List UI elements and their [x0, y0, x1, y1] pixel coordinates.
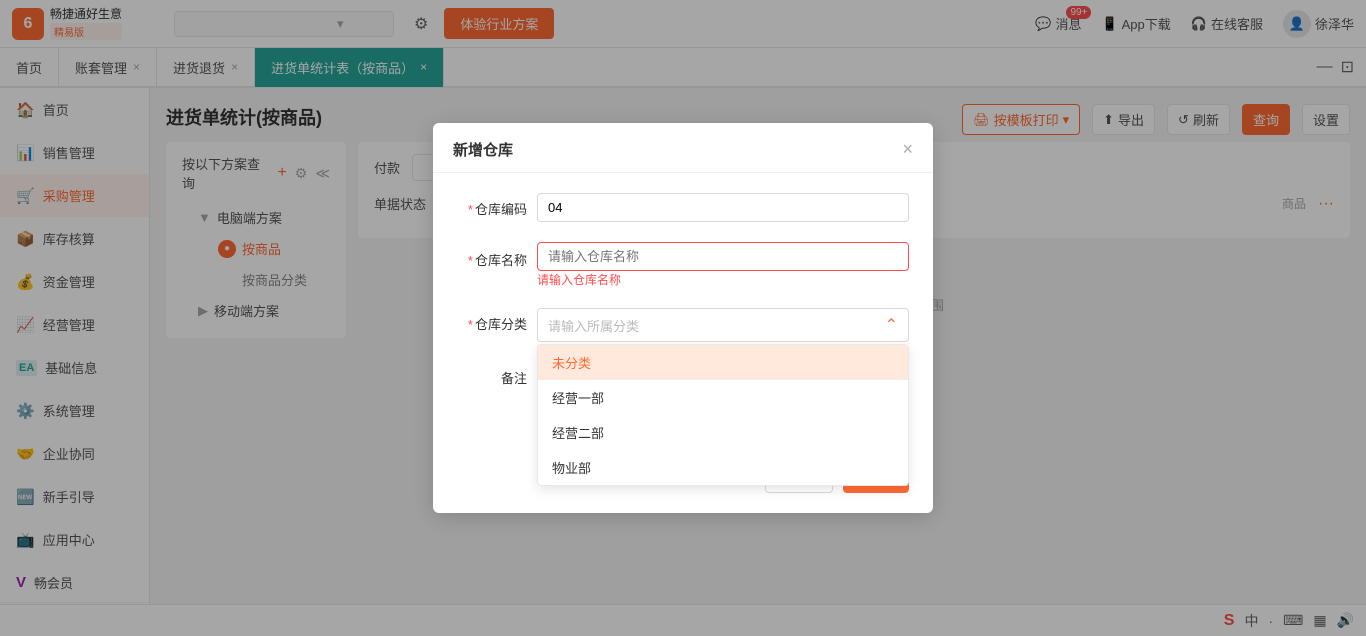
name-error-msg: 请输入仓库名称 [537, 271, 909, 288]
modal-close-btn[interactable]: × [902, 139, 913, 160]
category-dropdown-trigger[interactable]: 请输入所属分类 ⌃ [537, 308, 909, 342]
dropdown-item-dept1[interactable]: 经营一部 [538, 380, 908, 415]
dropdown-item-dept2[interactable]: 经营二部 [538, 415, 908, 450]
category-chevron-icon: ⌃ [885, 315, 898, 335]
modal-overlay[interactable]: 新增仓库 × 仓库编码 仓库名称 请输入仓库名称 仓库分类 [0, 0, 1366, 636]
code-label: 仓库编码 [457, 193, 537, 218]
category-label: 仓库分类 [457, 308, 537, 333]
name-input[interactable] [537, 242, 909, 271]
form-row-name: 仓库名称 请输入仓库名称 [457, 242, 909, 288]
modal-header: 新增仓库 × [433, 123, 933, 173]
modal-title: 新增仓库 [453, 139, 513, 160]
form-row-category: 仓库分类 请输入所属分类 ⌃ 未分类 经营一部 经营二部 物业部 [457, 308, 909, 342]
modal-body: 仓库编码 仓库名称 请输入仓库名称 仓库分类 请输入所属分类 [433, 173, 933, 458]
new-warehouse-modal: 新增仓库 × 仓库编码 仓库名称 请输入仓库名称 仓库分类 [433, 123, 933, 513]
category-placeholder: 请输入所属分类 [548, 316, 639, 335]
dropdown-item-property[interactable]: 物业部 [538, 450, 908, 485]
note-label: 备注 [457, 362, 537, 387]
code-input[interactable] [537, 193, 909, 222]
form-row-code: 仓库编码 [457, 193, 909, 222]
category-wrapper: 请输入所属分类 ⌃ 未分类 经营一部 经营二部 物业部 [537, 308, 909, 342]
name-label: 仓库名称 [457, 244, 537, 269]
category-dropdown-menu: 未分类 经营一部 经营二部 物业部 [537, 344, 909, 486]
dropdown-item-unclassified[interactable]: 未分类 [538, 345, 908, 380]
